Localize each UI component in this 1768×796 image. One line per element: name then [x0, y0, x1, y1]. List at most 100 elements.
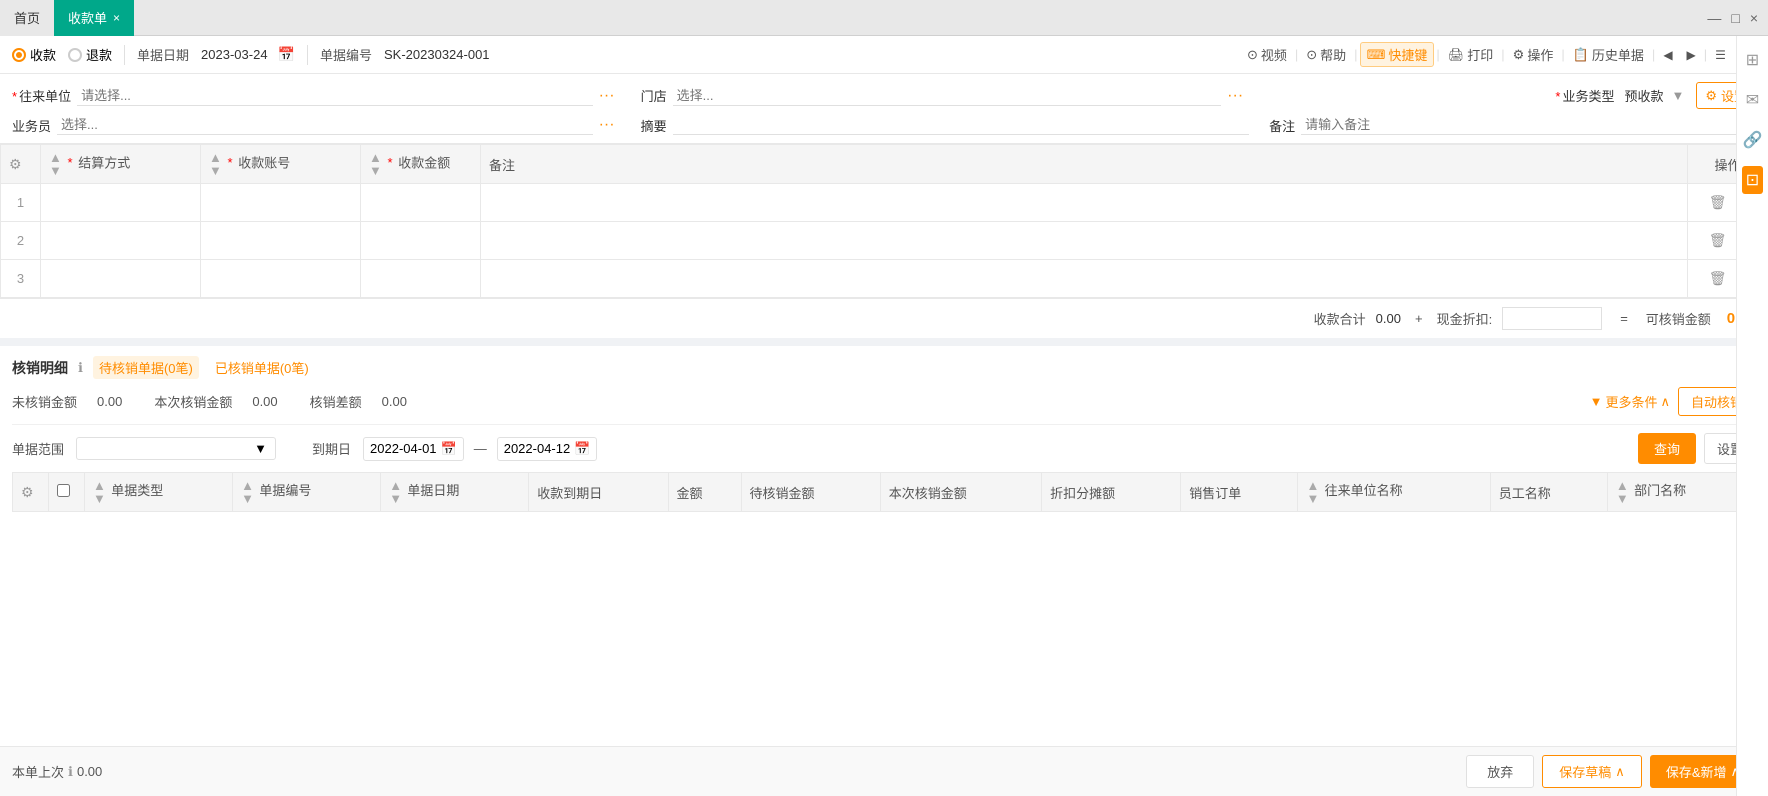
calendar-icon[interactable]: 📅 — [278, 46, 295, 63]
verify-table-wrap: ⚙ ▲▼ 单据类型 ▲▼ 单据编号 — [12, 472, 1756, 736]
toolbar-right: ⊙ 视频 | ⊙ 帮助 | ⌨ 快捷键 | 🖨 打印 | ⚙ 操作 — [1241, 42, 1756, 67]
verify-gear-icon[interactable]: ⚙ — [21, 484, 34, 500]
date-to-field[interactable]: 2022-04-12 📅 — [497, 437, 598, 461]
radio-refund-dot — [68, 48, 82, 62]
verify-info-icon[interactable]: ℹ — [78, 360, 83, 376]
date-from-field[interactable]: 2022-04-01 📅 — [363, 437, 464, 461]
form-row-2: 业务员 ··· 摘要 备注 — [12, 115, 1756, 135]
number-field: 单据编号 SK-20230324-001 — [320, 45, 490, 64]
minimize-btn[interactable]: — — [1707, 10, 1721, 26]
vcol-gear: ⚙ — [13, 473, 49, 512]
video-btn[interactable]: ⊙ 视频 — [1241, 43, 1293, 66]
amount-1[interactable] — [361, 184, 481, 222]
pending-tab[interactable]: 待核销单据(0笔) — [93, 356, 199, 379]
staff-more-icon[interactable]: ··· — [593, 116, 621, 134]
sidebar-table-icon[interactable]: ⊞ — [1742, 46, 1763, 74]
query-button[interactable]: 查询 — [1638, 433, 1696, 464]
collect-total-label: 收款合计 — [1314, 309, 1366, 328]
row-num-2: 2 — [1, 222, 41, 260]
vcol-staff-header: 员工名称 — [1490, 473, 1607, 512]
store-field: 门店 ··· — [641, 86, 1250, 106]
remark-input[interactable] — [1301, 115, 1756, 135]
account-3[interactable] — [201, 260, 361, 298]
unverified-value: 0.00 — [97, 394, 122, 409]
vcol-duedate-header: 收款到期日 — [529, 473, 668, 512]
account-2[interactable] — [201, 222, 361, 260]
tab-home[interactable]: 首页 — [0, 0, 54, 36]
counterpart-field: *往来单位 ··· — [12, 86, 621, 106]
remark-1[interactable] — [481, 184, 1688, 222]
tab-close-icon[interactable]: × — [113, 11, 120, 25]
save-draft-button[interactable]: 保存草稿 ∧ — [1542, 755, 1642, 788]
footer-info: 本单上次 ℹ 0.00 — [12, 762, 102, 781]
store-label: 门店 — [641, 86, 667, 105]
delete-icon-2[interactable]: 🗑 — [1709, 232, 1727, 248]
unverified-label: 未核销金额 — [12, 392, 77, 411]
summary-input[interactable] — [673, 115, 1250, 135]
tab-receipt[interactable]: 收款单 × — [54, 0, 134, 36]
verify-stats: 未核销金额 0.00 本次核销金额 0.00 核销差额 0.00 ▼ 更多条件 … — [12, 387, 1756, 416]
range-label: 单据范围 — [12, 439, 64, 458]
history-icon: 📋 — [1573, 47, 1589, 63]
collect-total-value: 0.00 — [1376, 311, 1401, 326]
business-type-arrow[interactable]: ▼ — [1671, 88, 1684, 103]
radio-refund[interactable]: 退款 — [68, 45, 112, 64]
separator-1 — [124, 45, 125, 65]
verify-table: ⚙ ▲▼ 单据类型 ▲▼ 单据编号 — [12, 472, 1756, 512]
range-select[interactable]: ▼ — [76, 437, 276, 460]
maximize-btn[interactable]: □ — [1731, 10, 1739, 26]
list-view-btn[interactable]: ☰ — [1709, 46, 1732, 64]
staff-field: 业务员 ··· — [12, 115, 621, 135]
sidebar-email-icon[interactable]: ✉ — [1742, 86, 1763, 114]
vcol-check — [49, 473, 85, 512]
diff-value: 0.00 — [382, 394, 407, 409]
due-date-field: 到期日 2022-04-01 📅 — 2022-04-12 📅 — [312, 437, 597, 461]
current-label: 本次核销金额 — [154, 392, 232, 411]
vcol-dept-header: ▲▼ 部门名称 — [1607, 473, 1755, 512]
footer-actions: 放弃 保存草稿 ∧ 保存&新增 ∧ — [1466, 755, 1756, 788]
discount-label: 现金折扣: — [1437, 309, 1493, 328]
right-sidebar: ⊞ ✉ 🔗 ⊡ — [1736, 36, 1768, 796]
settle-1[interactable] — [41, 184, 201, 222]
counterpart-input[interactable] — [77, 86, 593, 106]
remark-label: 备注 — [1269, 116, 1295, 135]
done-tab[interactable]: 已核销单据(0笔) — [209, 356, 315, 379]
settle-3[interactable] — [41, 260, 201, 298]
vcol-type-header: ▲▼ 单据类型 — [85, 473, 233, 512]
remark-3[interactable] — [481, 260, 1688, 298]
counterpart-more-icon[interactable]: ··· — [593, 87, 621, 105]
col-settle-header: ▲▼ * 结算方式 — [41, 145, 201, 184]
account-1[interactable] — [201, 184, 361, 222]
discard-button[interactable]: 放弃 — [1466, 755, 1534, 788]
close-btn[interactable]: × — [1750, 10, 1758, 26]
plus-sign: + — [1411, 311, 1427, 326]
more-filter-btn[interactable]: ▼ 更多条件 ∧ — [1590, 392, 1670, 411]
date-to-value: 2022-04-12 — [504, 441, 571, 456]
nav-prev-btn[interactable]: ◀ — [1657, 46, 1678, 64]
nav-next-btn[interactable]: ▶ — [1681, 46, 1702, 64]
help-btn[interactable]: ⊙ 帮助 — [1300, 43, 1352, 66]
delete-icon-3[interactable]: 🗑 — [1709, 270, 1727, 286]
discount-input[interactable] — [1502, 307, 1602, 330]
delete-icon-1[interactable]: 🗑 — [1709, 194, 1727, 210]
store-more-icon[interactable]: ··· — [1221, 87, 1249, 105]
remark-field: 备注 — [1269, 115, 1756, 135]
amount-2[interactable] — [361, 222, 481, 260]
store-input[interactable] — [673, 86, 1222, 106]
sidebar-scan-icon[interactable]: ⊡ — [1742, 166, 1763, 194]
select-all-checkbox[interactable] — [57, 484, 70, 497]
radio-collect[interactable]: 收款 — [12, 45, 56, 64]
sidebar-attach-icon[interactable]: 🔗 — [1739, 126, 1767, 154]
table-row: 3 🗑 ⧉ — [1, 260, 1768, 298]
action-btn[interactable]: ⚙ 操作 — [1507, 43, 1560, 66]
action-icon: ⚙ — [1513, 47, 1525, 63]
amount-3[interactable] — [361, 260, 481, 298]
print-btn[interactable]: 🖨 打印 — [1442, 43, 1500, 66]
shortcut-btn[interactable]: ⌨ 快捷键 — [1360, 42, 1435, 67]
verify-header-row: ⚙ ▲▼ 单据类型 ▲▼ 单据编号 — [13, 473, 1756, 512]
staff-input[interactable] — [57, 115, 593, 135]
history-btn[interactable]: 📋 历史单据 — [1567, 43, 1650, 66]
settle-2[interactable] — [41, 222, 201, 260]
remark-2[interactable] — [481, 222, 1688, 260]
table-gear-icon[interactable]: ⚙ — [9, 156, 22, 172]
